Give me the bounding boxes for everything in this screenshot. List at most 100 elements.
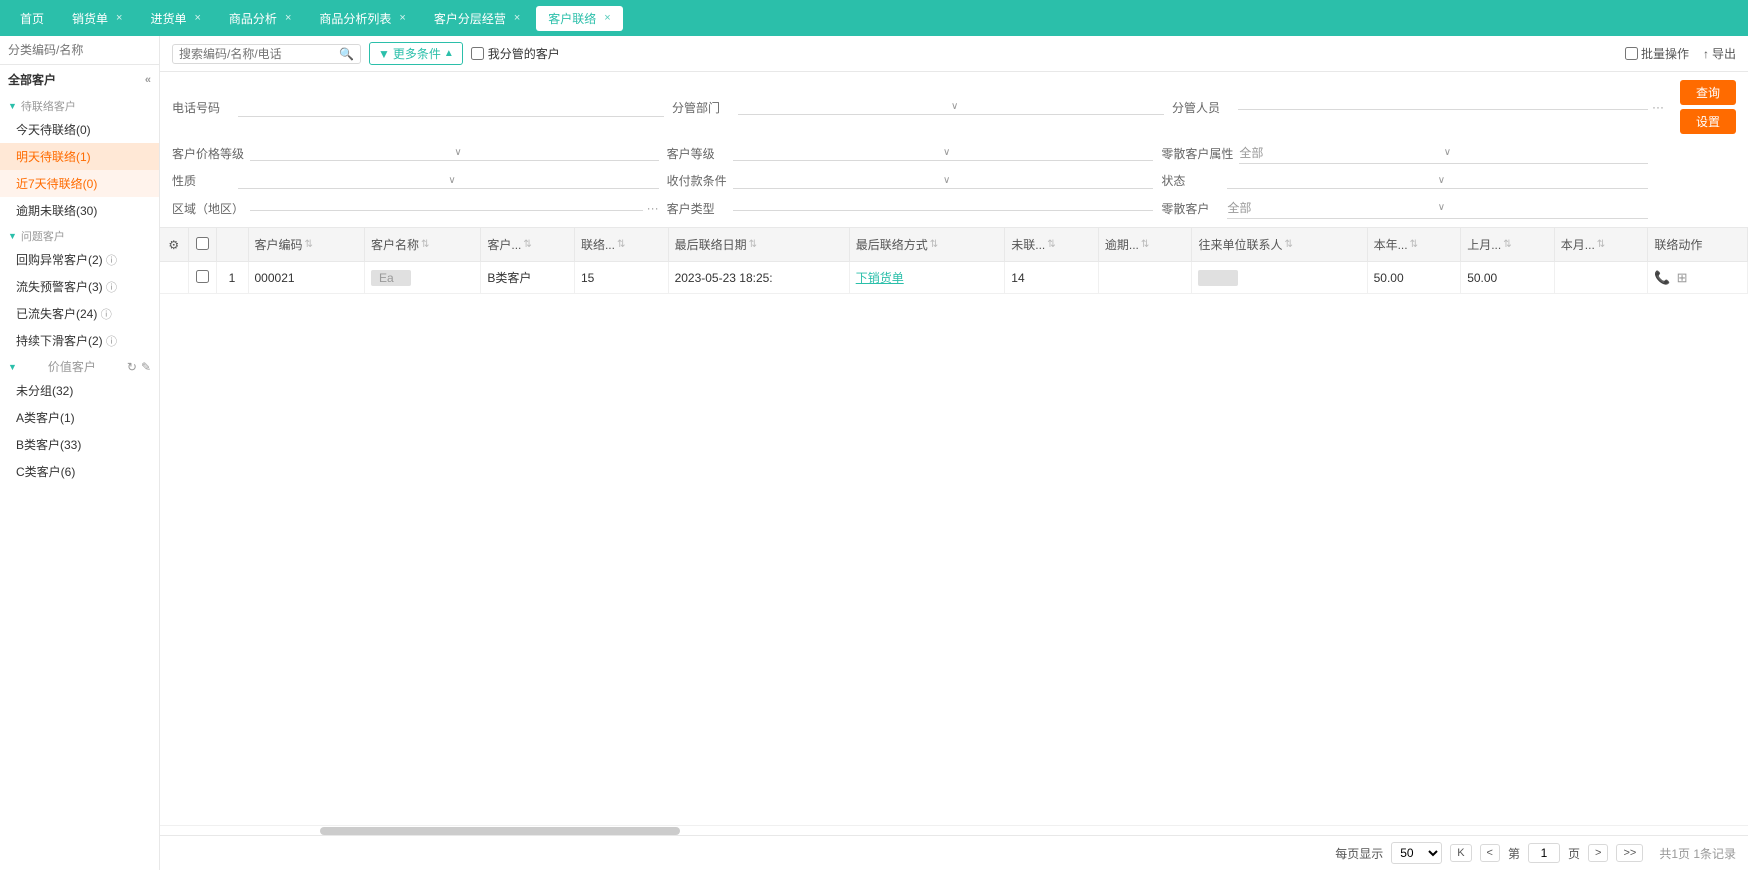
region-select[interactable] xyxy=(250,206,643,211)
col-code: 客户编码⇅ xyxy=(248,228,364,262)
export-btn[interactable]: ↑ 导出 xyxy=(1703,45,1736,62)
retail-attr-select[interactable]: 全部 ∨ xyxy=(1239,142,1648,164)
retail-customer-select[interactable]: 全部 ∨ xyxy=(1227,197,1648,219)
query-button[interactable]: 查询 xyxy=(1680,80,1736,105)
filter-row-4: 区域（地区） ··· 客户类型 零散客户 全部 ∨ xyxy=(172,197,1736,219)
manager-ellipsis[interactable]: ··· xyxy=(1652,100,1664,114)
sidebar-all-customers[interactable]: 全部客户 « xyxy=(0,65,159,94)
scrollbar-thumb[interactable] xyxy=(320,827,680,835)
sidebar: 🔍 全部客户 « 待联络客户 今天待联络(0) 明天待联络(1) 近7天待联络(… xyxy=(0,36,160,870)
batch-checkbox[interactable] xyxy=(1625,47,1638,60)
sidebar-item-7days[interactable]: 近7天待联络(0) xyxy=(0,170,159,197)
sort-lm-icon: ⇅ xyxy=(1503,239,1511,250)
phone-input[interactable] xyxy=(238,98,664,117)
sidebar-item-a-class[interactable]: A类客户(1) xyxy=(0,404,159,431)
status-select[interactable]: ∨ xyxy=(1227,173,1648,189)
sidebar-section-problem: 问题客户 xyxy=(0,224,159,246)
sidebar-item-today[interactable]: 今天待联络(0) xyxy=(0,116,159,143)
table-gear-icon[interactable]: ⚙ xyxy=(168,238,179,252)
sidebar-item-attrited[interactable]: 已流失客户(24) ⓘ xyxy=(0,300,159,327)
nav-purchase-order-close[interactable]: × xyxy=(194,12,200,24)
edit-value-icon[interactable]: ✎ xyxy=(141,360,151,374)
nav-home[interactable]: 首页 xyxy=(8,6,56,31)
filter-customer-type: 客户类型 xyxy=(667,200,1154,217)
nav-product-analysis-list-close[interactable]: × xyxy=(399,12,405,24)
select-all-checkbox[interactable] xyxy=(196,237,209,250)
nav-customer-tier[interactable]: 客户分层经营 × xyxy=(422,6,532,31)
sidebar-item-overdue[interactable]: 逾期未联络(30) xyxy=(0,197,159,224)
col-last-month: 上月...⇅ xyxy=(1461,228,1555,262)
nature-select[interactable]: ∨ xyxy=(238,173,659,189)
row-contact: 15 xyxy=(574,262,668,294)
price-level-arrow: ∨ xyxy=(454,147,658,158)
sidebar-item-c-class[interactable]: C类客户(6) xyxy=(0,458,159,485)
sort-cat-icon: ⇅ xyxy=(523,239,531,250)
sort-nc-icon: ⇅ xyxy=(1047,239,1055,250)
col-contact: 联络...⇅ xyxy=(574,228,668,262)
sidebar-item-tomorrow[interactable]: 明天待联络(1) xyxy=(0,143,159,170)
sidebar-search-input[interactable] xyxy=(8,43,160,57)
sidebar-item-ungrouped[interactable]: 未分组(32) xyxy=(0,377,159,404)
price-level-select[interactable]: ∨ xyxy=(250,145,659,161)
action-phone-icon[interactable]: 📞 xyxy=(1654,270,1670,286)
row-last-date: 2023-05-23 18:25: xyxy=(668,262,849,294)
main-search-icon[interactable]: 🔍 xyxy=(339,47,354,61)
next-page-btn[interactable]: > xyxy=(1588,844,1608,862)
nav-customer-contact[interactable]: 客户联络 × xyxy=(536,6,622,31)
sidebar-item-attrition-warning[interactable]: 流失预警客户(3) ⓘ xyxy=(0,273,159,300)
nav-purchase-order[interactable]: 进货单 × xyxy=(138,6,212,31)
row-category: B类客户 xyxy=(481,262,575,294)
sort-od-icon: ⇅ xyxy=(1141,239,1149,250)
first-page-btn[interactable]: K xyxy=(1450,844,1471,862)
search-wrap: 🔍 xyxy=(172,44,361,64)
nature-arrow: ∨ xyxy=(448,175,658,186)
row-checkbox[interactable] xyxy=(196,270,209,283)
collapse-icon: « xyxy=(145,74,151,86)
sidebar-item-declining[interactable]: 持续下滑客户(2) ⓘ xyxy=(0,327,159,354)
col-last-date: 最后联络日期⇅ xyxy=(668,228,849,262)
sidebar-item-abnormal[interactable]: 回购异常客户(2) ⓘ xyxy=(0,246,159,273)
nav-customer-tier-close[interactable]: × xyxy=(514,12,520,24)
reset-button[interactable]: 设置 xyxy=(1680,109,1736,134)
filter-retail-customer: 零散客户 全部 ∨ xyxy=(1161,197,1648,219)
sidebar-item-b-class[interactable]: B类客户(33) xyxy=(0,431,159,458)
filter-actions: 批量操作 ↑ 导出 xyxy=(1619,43,1736,64)
page-size-select[interactable]: 50 20 100 xyxy=(1391,842,1442,864)
nav-product-analysis-list[interactable]: 商品分析列表 × xyxy=(307,6,417,31)
col-category: 客户...⇅ xyxy=(481,228,575,262)
customer-type-select[interactable] xyxy=(733,206,1154,211)
action-grid-icon[interactable]: ⊞ xyxy=(1677,270,1688,286)
manager-select[interactable] xyxy=(1238,105,1648,110)
last-page-btn[interactable]: >> xyxy=(1616,844,1643,862)
row-overdue xyxy=(1098,262,1192,294)
payment-select[interactable]: ∨ xyxy=(733,173,1154,189)
nav-sales-order[interactable]: 销货单 × xyxy=(60,6,134,31)
prev-page-btn[interactable]: < xyxy=(1480,844,1500,862)
nav-sales-order-close[interactable]: × xyxy=(116,12,122,24)
row-not-contacted: 14 xyxy=(1005,262,1099,294)
last-method-link[interactable]: 下销货单 xyxy=(856,271,904,285)
content-area: 🔍 ▼ 更多条件 ▲ 我分管的客户 批量操作 ↑ 导出 xyxy=(160,36,1748,870)
col-unit-contact: 往来单位联系人⇅ xyxy=(1192,228,1367,262)
data-table-wrap: ⚙ 客户编码⇅ 客户名称⇅ 客户...⇅ xyxy=(160,228,1748,825)
filter-action-btns: 查询 设置 xyxy=(1680,80,1736,134)
row-last-method: 下销货单 xyxy=(849,262,1005,294)
more-conditions-btn[interactable]: ▼ 更多条件 ▲ xyxy=(369,42,463,65)
sort-uc-icon: ⇅ xyxy=(1284,239,1292,250)
nav-product-analysis-close[interactable]: × xyxy=(285,12,291,24)
horizontal-scrollbar[interactable] xyxy=(160,825,1748,835)
dept-select[interactable]: ∨ xyxy=(738,99,1164,115)
batch-op-btn[interactable]: 批量操作 xyxy=(1619,43,1695,64)
filter-row-3: 性质 ∨ 收付款条件 ∨ 状态 xyxy=(172,172,1736,189)
nav-customer-contact-close[interactable]: × xyxy=(604,12,610,24)
filter-customer-level: 客户等级 ∨ xyxy=(667,145,1154,162)
page-input[interactable] xyxy=(1528,843,1560,863)
nav-product-analysis[interactable]: 商品分析 × xyxy=(217,6,303,31)
main-search-input[interactable] xyxy=(179,47,339,61)
refresh-icon[interactable]: ↻ xyxy=(127,360,137,374)
region-ellipsis[interactable]: ··· xyxy=(647,201,659,215)
table-footer: 每页显示 50 20 100 K < 第 页 > >> 共1页 1条记录 xyxy=(160,835,1748,870)
customer-level-select[interactable]: ∨ xyxy=(733,145,1154,161)
col-gear: ⚙ xyxy=(160,228,188,262)
my-customers-checkbox[interactable] xyxy=(471,47,484,60)
